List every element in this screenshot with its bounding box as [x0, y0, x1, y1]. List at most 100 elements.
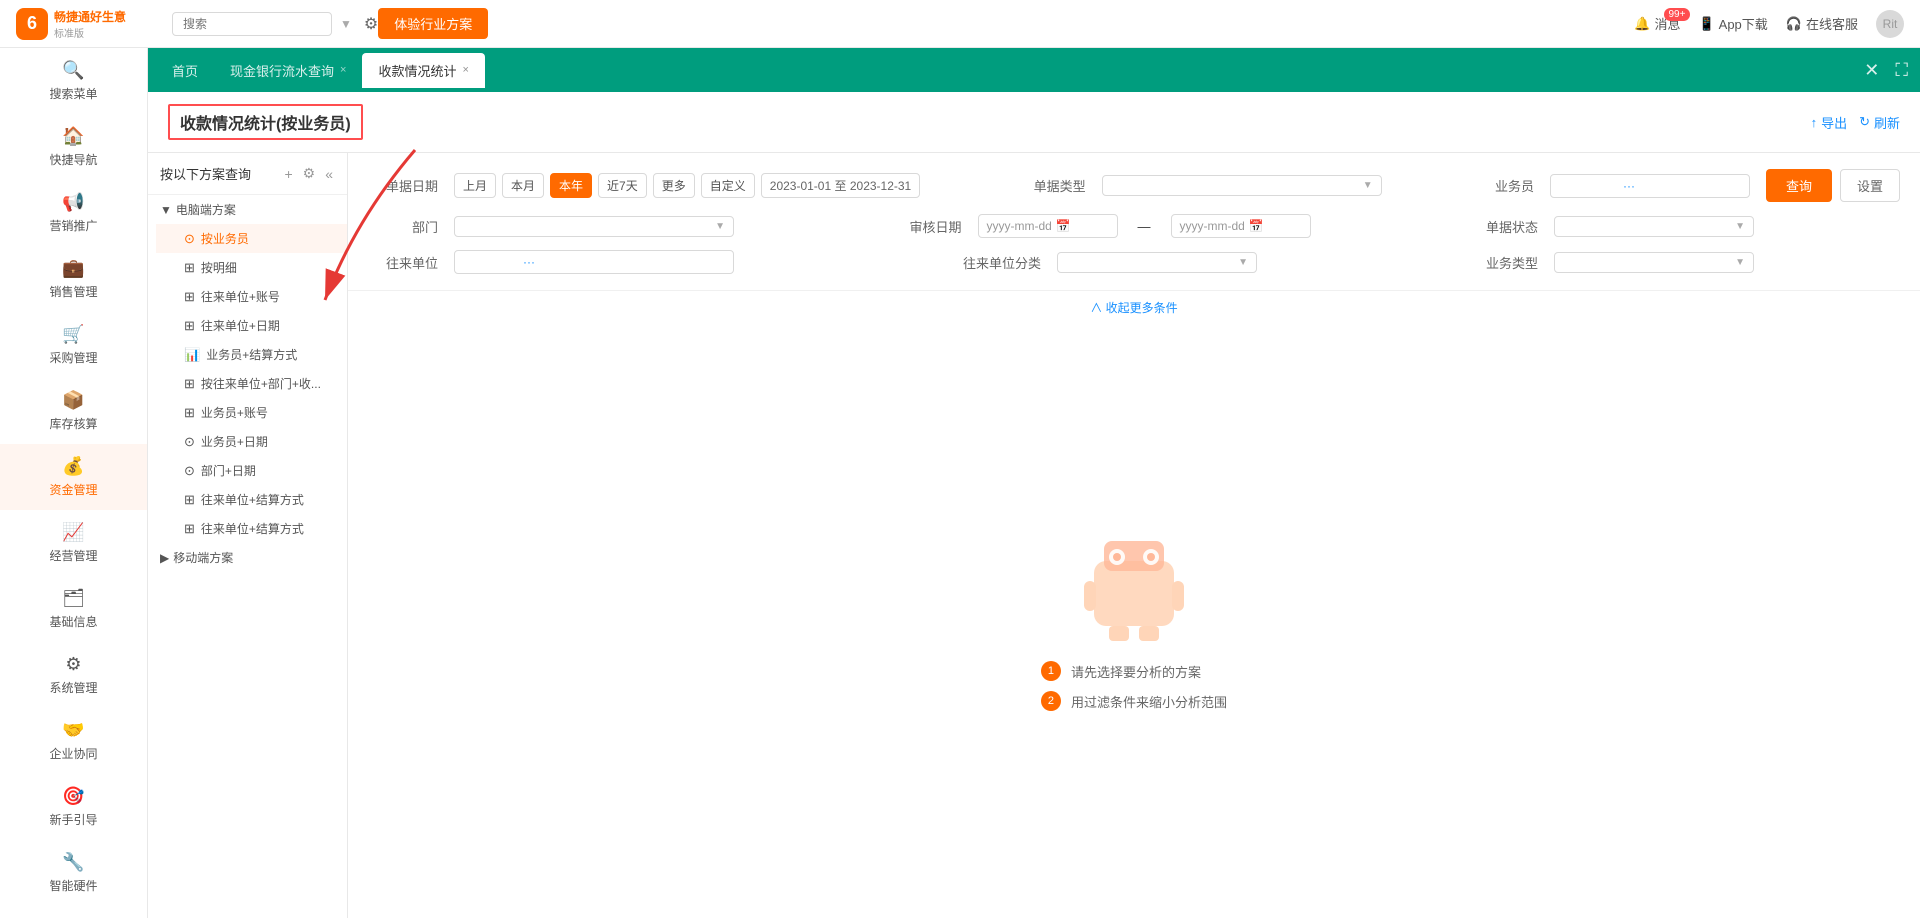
- sidebar-item-inventory[interactable]: 📦 库存核算: [0, 378, 147, 444]
- date-btn-more[interactable]: 更多: [653, 173, 695, 198]
- nav-tab-home[interactable]: 首页: [156, 53, 214, 88]
- user-avatar[interactable]: Rit: [1876, 10, 1904, 38]
- review-date-end[interactable]: yyyy-mm-dd 📅: [1171, 214, 1311, 238]
- sidebar-item-purchase[interactable]: 🛒 采购管理: [0, 312, 147, 378]
- sidebar-item-marketing[interactable]: 📢 营销推广: [0, 180, 147, 246]
- sidebar-label-search-menu: 搜索菜单: [49, 85, 97, 102]
- operation-icon: 📈: [62, 522, 84, 543]
- online-service-btn[interactable]: 🎧 在线客服: [1786, 14, 1858, 33]
- nav-tab-receipt-close-icon[interactable]: ×: [462, 64, 468, 76]
- date-btn-this-month[interactable]: 本月: [502, 173, 544, 198]
- close-window-icon[interactable]: ✕: [1860, 56, 1883, 85]
- partner-more-icon[interactable]: ···: [523, 255, 535, 269]
- collapse-panel-icon[interactable]: «: [323, 164, 335, 184]
- sidebar-item-smart[interactable]: 🔧 智能硬件: [0, 840, 147, 906]
- setting-btn[interactable]: 设置: [1840, 169, 1900, 202]
- nav-tab-bank-close-icon[interactable]: ×: [340, 64, 346, 76]
- add-scheme-icon[interactable]: +: [282, 164, 294, 184]
- review-date-start[interactable]: yyyy-mm-dd 📅: [978, 214, 1118, 238]
- tree-group-mobile[interactable]: ▶ 移动端方案: [148, 543, 347, 572]
- tree-item-salesman-account[interactable]: ⊞ 业务员+账号: [156, 398, 347, 427]
- sidebar-label-marketing: 营销推广: [49, 217, 97, 234]
- sidebar-item-system[interactable]: ⚙ 系统管理: [0, 642, 147, 708]
- filter-row-1: 单据日期 上月 本月 本年 近7天 更多 自定义 2023-01-01 至: [368, 169, 1900, 202]
- date-btn-custom[interactable]: 自定义: [701, 173, 755, 198]
- date-btn-this-year[interactable]: 本年: [550, 173, 592, 198]
- review-date-end-placeholder: yyyy-mm-dd: [1180, 219, 1245, 233]
- step-1-text: 请先选择要分析的方案: [1071, 662, 1201, 681]
- query-btn[interactable]: 查询: [1766, 169, 1832, 202]
- settings-gear-icon[interactable]: ⚙: [364, 14, 378, 34]
- review-date-label: 审核日期: [909, 217, 961, 236]
- tree-item-salesman-account-label: 业务员+账号: [201, 404, 268, 421]
- sidebar-item-basic[interactable]: 🗂 基础信息: [0, 576, 147, 642]
- sidebar-item-quick-nav[interactable]: 🏠 快捷导航: [0, 114, 147, 180]
- bill-type-select[interactable]: ▼: [1102, 175, 1382, 196]
- tree-item-unit-dept-collect[interactable]: ⊞ 按往来单位+部门+收...: [156, 369, 347, 398]
- tree-item-unit-account[interactable]: ⊞ 往来单位+账号: [156, 282, 347, 311]
- partner-select[interactable]: ···: [454, 250, 734, 274]
- refresh-icon: ↻: [1859, 114, 1870, 130]
- sidebar-item-sales[interactable]: 💼 销售管理: [0, 246, 147, 312]
- settings-scheme-icon[interactable]: ⚙: [301, 163, 318, 184]
- guide-icon: 🎯: [62, 786, 84, 807]
- system-icon: ⚙: [65, 654, 81, 675]
- tree-item-dept-date[interactable]: ⊙ 部门+日期: [156, 456, 347, 485]
- left-panel: 按以下方案查询 + ⚙ « ▼ 电脑端方案 ⊙ 按业务员 ⊞: [148, 153, 348, 918]
- step-2-num: 2: [1041, 691, 1061, 711]
- top-search-input[interactable]: [172, 12, 332, 36]
- sidebar-item-search-menu[interactable]: 🔍 搜索菜单: [0, 48, 147, 114]
- refresh-btn[interactable]: ↻ 刷新: [1859, 113, 1900, 132]
- app-name: 畅捷通好生意: [54, 8, 126, 25]
- left-panel-title: 按以下方案查询: [160, 164, 276, 183]
- nav-tab-receipt[interactable]: 收款情况统计 ×: [362, 53, 484, 88]
- business-type-select[interactable]: ▼: [1554, 252, 1754, 273]
- sidebar-item-enterprise[interactable]: 🤝 企业协同: [0, 708, 147, 774]
- maximize-icon[interactable]: ⛶: [1891, 56, 1912, 85]
- tree-item-salesman-date-label: 业务员+日期: [201, 433, 268, 450]
- tree-item-salesman-date[interactable]: ⊙ 业务员+日期: [156, 427, 347, 456]
- collapse-more-bar[interactable]: ∧ 收起更多条件: [348, 290, 1920, 324]
- tree-item-salesman-settlement[interactable]: 📊 业务员+结算方式: [156, 340, 347, 369]
- message-btn[interactable]: 🔔 消息 99+: [1634, 14, 1680, 33]
- nav-tab-bank[interactable]: 现金银行流水查询 ×: [214, 53, 362, 88]
- refresh-label: 刷新: [1874, 113, 1900, 132]
- sidebar-label-enterprise: 企业协同: [49, 745, 97, 762]
- sidebar-item-operation[interactable]: 📈 经营管理: [0, 510, 147, 576]
- date-btn-last-month[interactable]: 上月: [454, 173, 496, 198]
- app-download-btn[interactable]: 📱 App下载: [1698, 14, 1767, 33]
- salesman-more-icon[interactable]: ···: [1623, 179, 1635, 193]
- partner-category-select[interactable]: ▼: [1057, 252, 1257, 273]
- robot-svg: [1074, 531, 1194, 641]
- robot-illustration: [1074, 531, 1194, 641]
- bill-status-select[interactable]: ▼: [1554, 216, 1754, 237]
- dept-select[interactable]: ▼: [454, 216, 734, 237]
- tree-item-unit-settlement2[interactable]: ⊞ 往来单位+结算方式: [156, 514, 347, 543]
- desktop-scheme-list: ⊙ 按业务员 ⊞ 按明细 ⊞ 往来单位+账号 ⊞ 往来单位+日期: [148, 224, 347, 543]
- salesman-select[interactable]: ···: [1550, 174, 1750, 198]
- tree-item-by-detail-label: 按明细: [201, 259, 237, 276]
- tree-item-by-salesman[interactable]: ⊙ 按业务员: [156, 224, 347, 253]
- sidebar-item-guide[interactable]: 🎯 新手引导: [0, 774, 147, 840]
- export-btn[interactable]: ↑ 导出: [1811, 113, 1848, 132]
- date-picker-group: 上月 本月 本年 近7天 更多 自定义 2023-01-01 至 2023-12…: [454, 173, 920, 198]
- tree-item-dept-date-label: 部门+日期: [201, 462, 256, 479]
- tree-item-unit-date[interactable]: ⊞ 往来单位+日期: [156, 311, 347, 340]
- tree-item-by-detail[interactable]: ⊞ 按明细: [156, 253, 347, 282]
- top-bar: 6 畅捷通好生意 标准版 ▼ ⚙ 体验行业方案 🔔 消息 99+ 📱 App下载…: [0, 0, 1920, 48]
- trial-btn[interactable]: 体验行业方案: [378, 8, 488, 39]
- step-item-1: 1 请先选择要分析的方案: [1041, 661, 1227, 681]
- salesman-settlement-icon: 📊: [184, 347, 200, 363]
- date-btn-7days[interactable]: 近7天: [598, 173, 647, 198]
- calendar-icon-start: 📅: [1056, 219, 1071, 233]
- tree-item-unit-date-label: 往来单位+日期: [201, 317, 280, 334]
- app-edition: 标准版: [54, 25, 126, 40]
- tree-group-desktop[interactable]: ▼ 电脑端方案: [148, 195, 347, 224]
- tree-item-unit-settlement1[interactable]: ⊞ 往来单位+结算方式: [156, 485, 347, 514]
- date-separator: —: [1138, 219, 1151, 234]
- sidebar-item-finance[interactable]: 💰 资金管理: [0, 444, 147, 510]
- sidebar-label-sales: 销售管理: [49, 283, 97, 300]
- filter-area: 单据日期 上月 本月 本年 近7天 更多 自定义 2023-01-01 至: [348, 153, 1920, 290]
- sidebar-item-wechat[interactable]: 💬 企业微信: [0, 906, 147, 918]
- online-service-label: 在线客服: [1806, 14, 1858, 33]
